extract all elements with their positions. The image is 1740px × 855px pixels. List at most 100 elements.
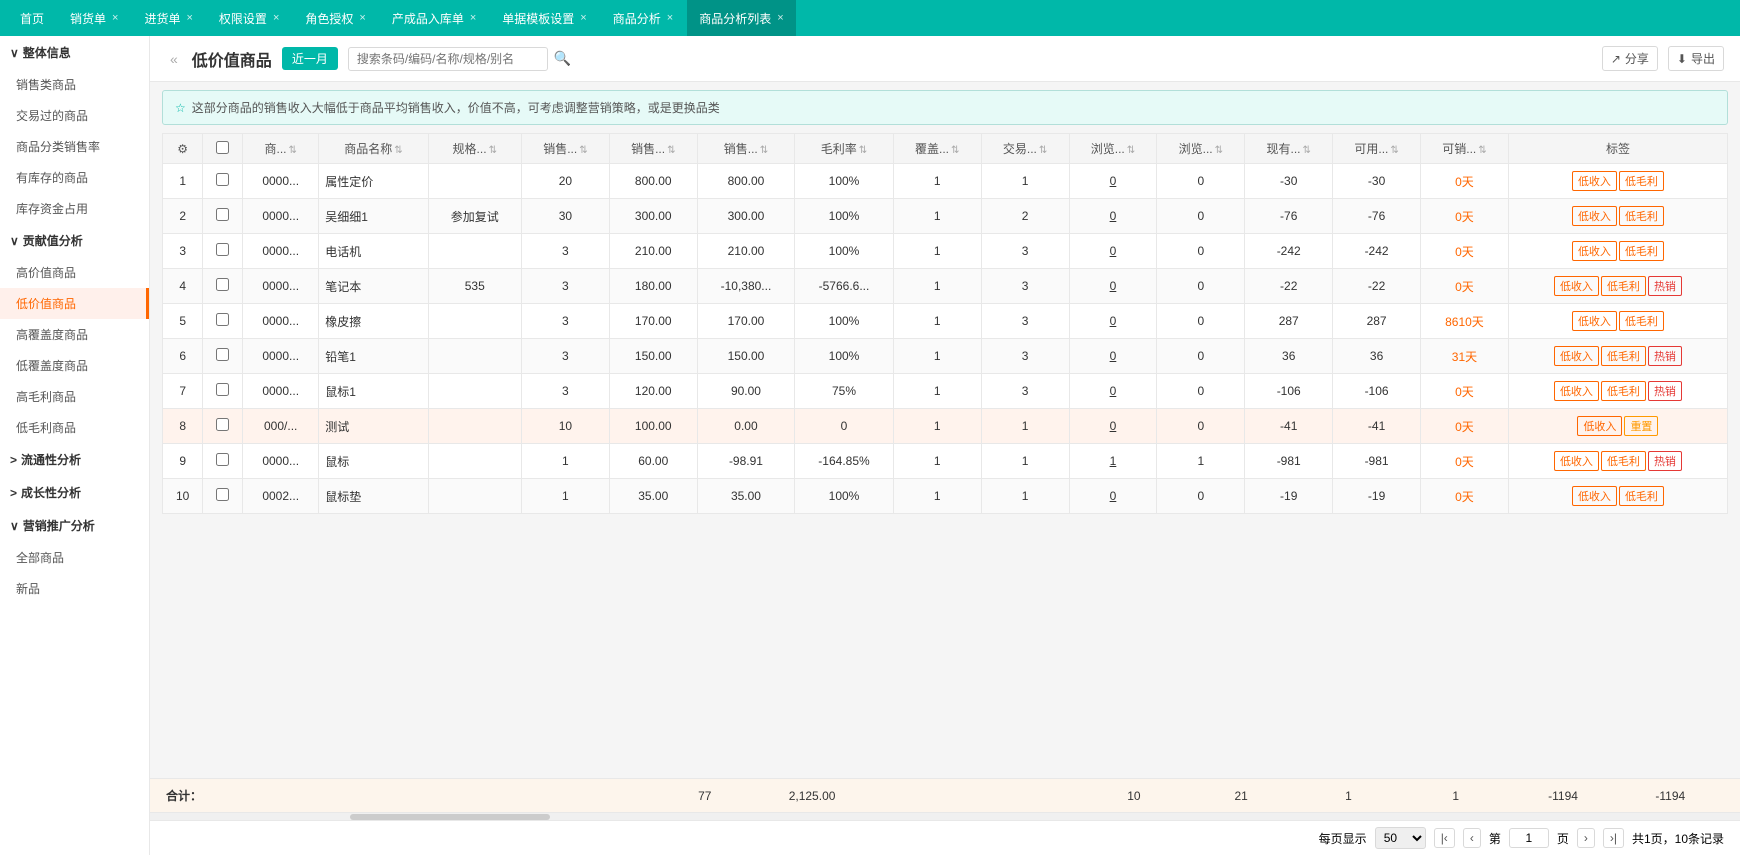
cell-view1[interactable]: 0 xyxy=(1069,269,1157,304)
sidebar-collapse-button[interactable]: « xyxy=(166,51,182,67)
chevron-down-icon: ∨ xyxy=(10,519,19,533)
sidebar-item-all-products[interactable]: 全部商品 xyxy=(0,542,149,573)
nav-sales-order[interactable]: 销货单 × xyxy=(58,0,130,36)
row-checkbox[interactable] xyxy=(216,313,229,326)
nav-close-icon[interactable]: × xyxy=(359,12,365,24)
nav-close-icon[interactable]: × xyxy=(580,12,586,24)
cell-checkbox[interactable] xyxy=(203,199,243,234)
row-checkbox[interactable] xyxy=(216,488,229,501)
scrollbar-thumb[interactable] xyxy=(350,814,550,820)
nav-close-icon[interactable]: × xyxy=(112,12,118,24)
nav-close-icon[interactable]: × xyxy=(667,12,673,24)
sidebar-group-marketing[interactable]: ∨ 营销推广分析 xyxy=(0,509,149,542)
period-button[interactable]: 近一月 xyxy=(282,47,338,70)
row-checkbox[interactable] xyxy=(216,173,229,186)
nav-product-analysis[interactable]: 商品分析 × xyxy=(601,0,685,36)
cell-view1[interactable]: 0 xyxy=(1069,479,1157,514)
sidebar-item-traded-products[interactable]: 交易过的商品 xyxy=(0,100,149,131)
row-checkbox[interactable] xyxy=(216,243,229,256)
th-days[interactable]: 可销...⇅ xyxy=(1421,134,1509,164)
cell-view1[interactable]: 0 xyxy=(1069,374,1157,409)
sidebar-item-low-value[interactable]: 低价值商品 xyxy=(0,288,149,319)
horizontal-scrollbar[interactable] xyxy=(150,812,1740,820)
sidebar-item-new-products[interactable]: 新品 xyxy=(0,573,149,604)
cell-checkbox[interactable] xyxy=(203,234,243,269)
cell-view2: 0 xyxy=(1157,374,1245,409)
prev-page-button[interactable]: ‹ xyxy=(1463,828,1481,848)
sidebar-group-growth[interactable]: > 成长性分析 xyxy=(0,476,149,509)
search-input[interactable] xyxy=(348,47,548,71)
th-view2[interactable]: 浏览...⇅ xyxy=(1157,134,1245,164)
th-avail[interactable]: 可用...⇅ xyxy=(1333,134,1421,164)
nav-role-auth[interactable]: 角色授权 × xyxy=(293,0,377,36)
first-page-button[interactable]: |‹ xyxy=(1434,828,1455,848)
row-checkbox[interactable] xyxy=(216,418,229,431)
search-icon[interactable]: 🔍 xyxy=(554,50,571,67)
cell-view1[interactable]: 0 xyxy=(1069,234,1157,269)
sidebar-item-high-coverage[interactable]: 高覆盖度商品 xyxy=(0,319,149,350)
row-checkbox[interactable] xyxy=(216,208,229,221)
th-trade[interactable]: 交易...⇅ xyxy=(981,134,1069,164)
th-sales2[interactable]: 销售...⇅ xyxy=(609,134,697,164)
nav-template-settings[interactable]: 单据模板设置 × xyxy=(490,0,598,36)
cell-checkbox[interactable] xyxy=(203,269,243,304)
th-coverage[interactable]: 覆盖...⇅ xyxy=(893,134,981,164)
th-stock[interactable]: 现有...⇅ xyxy=(1245,134,1333,164)
cell-name: 属性定价 xyxy=(319,164,428,199)
nav-home[interactable]: 首页 xyxy=(8,0,56,36)
th-view1[interactable]: 浏览...⇅ xyxy=(1069,134,1157,164)
nav-product-analysis-list[interactable]: 商品分析列表 × xyxy=(687,0,795,36)
nav-close-icon[interactable]: × xyxy=(186,12,192,24)
cell-view1[interactable]: 0 xyxy=(1069,409,1157,444)
next-page-button[interactable]: › xyxy=(1577,828,1595,848)
cell-view1[interactable]: 0 xyxy=(1069,304,1157,339)
nav-close-icon[interactable]: × xyxy=(777,12,783,24)
th-settings[interactable]: ⚙ xyxy=(163,134,203,164)
cell-checkbox[interactable] xyxy=(203,304,243,339)
cell-checkbox[interactable] xyxy=(203,164,243,199)
th-tags[interactable]: 标签 xyxy=(1508,134,1727,164)
cell-checkbox[interactable] xyxy=(203,444,243,479)
th-margin[interactable]: 毛利率⇅ xyxy=(795,134,894,164)
row-checkbox[interactable] xyxy=(216,278,229,291)
cell-checkbox[interactable] xyxy=(203,479,243,514)
sidebar-item-sales-products[interactable]: 销售类商品 xyxy=(0,69,149,100)
th-spec[interactable]: 规格...⇅ xyxy=(428,134,521,164)
sidebar-group-contribution[interactable]: ∨ 贡献值分析 xyxy=(0,224,149,257)
nav-permissions[interactable]: 权限设置 × xyxy=(207,0,291,36)
sidebar-item-low-coverage[interactable]: 低覆盖度商品 xyxy=(0,350,149,381)
cell-checkbox[interactable] xyxy=(203,409,243,444)
sidebar-item-category-sales-rate[interactable]: 商品分类销售率 xyxy=(0,131,149,162)
nav-close-icon[interactable]: × xyxy=(470,12,476,24)
row-checkbox[interactable] xyxy=(216,453,229,466)
select-all-checkbox[interactable] xyxy=(216,141,229,154)
nav-close-icon[interactable]: × xyxy=(273,12,279,24)
th-code[interactable]: 商...⇅ xyxy=(243,134,319,164)
sidebar-group-circulation[interactable]: > 流通性分析 xyxy=(0,443,149,476)
th-checkbox[interactable] xyxy=(203,134,243,164)
export-button[interactable]: ⬇ 导出 xyxy=(1668,46,1724,71)
sidebar-item-low-margin[interactable]: 低毛利商品 xyxy=(0,412,149,443)
page-size-select[interactable]: 50 100 200 xyxy=(1375,827,1426,849)
nav-product-warehouse[interactable]: 产成品入库单 × xyxy=(380,0,488,36)
sidebar-item-stock-capital[interactable]: 库存资金占用 xyxy=(0,193,149,224)
page-number-input[interactable] xyxy=(1509,828,1549,848)
cell-view1[interactable]: 0 xyxy=(1069,164,1157,199)
sidebar-group-overview[interactable]: ∨ 整体信息 xyxy=(0,36,149,69)
cell-view1[interactable]: 1 xyxy=(1069,444,1157,479)
nav-purchase-order[interactable]: 进货单 × xyxy=(132,0,204,36)
cell-checkbox[interactable] xyxy=(203,339,243,374)
last-page-button[interactable]: ›| xyxy=(1603,828,1624,848)
row-checkbox[interactable] xyxy=(216,383,229,396)
row-checkbox[interactable] xyxy=(216,348,229,361)
sidebar-item-stocked-products[interactable]: 有库存的商品 xyxy=(0,162,149,193)
th-name[interactable]: 商品名称⇅ xyxy=(319,134,428,164)
cell-view1[interactable]: 0 xyxy=(1069,339,1157,374)
th-sales3[interactable]: 销售...⇅ xyxy=(697,134,795,164)
share-button[interactable]: ↗ 分享 xyxy=(1602,46,1658,71)
sidebar-item-high-value[interactable]: 高价值商品 xyxy=(0,257,149,288)
sidebar-item-high-margin[interactable]: 高毛利商品 xyxy=(0,381,149,412)
cell-view1[interactable]: 0 xyxy=(1069,199,1157,234)
th-sales1[interactable]: 销售...⇅ xyxy=(521,134,609,164)
cell-checkbox[interactable] xyxy=(203,374,243,409)
